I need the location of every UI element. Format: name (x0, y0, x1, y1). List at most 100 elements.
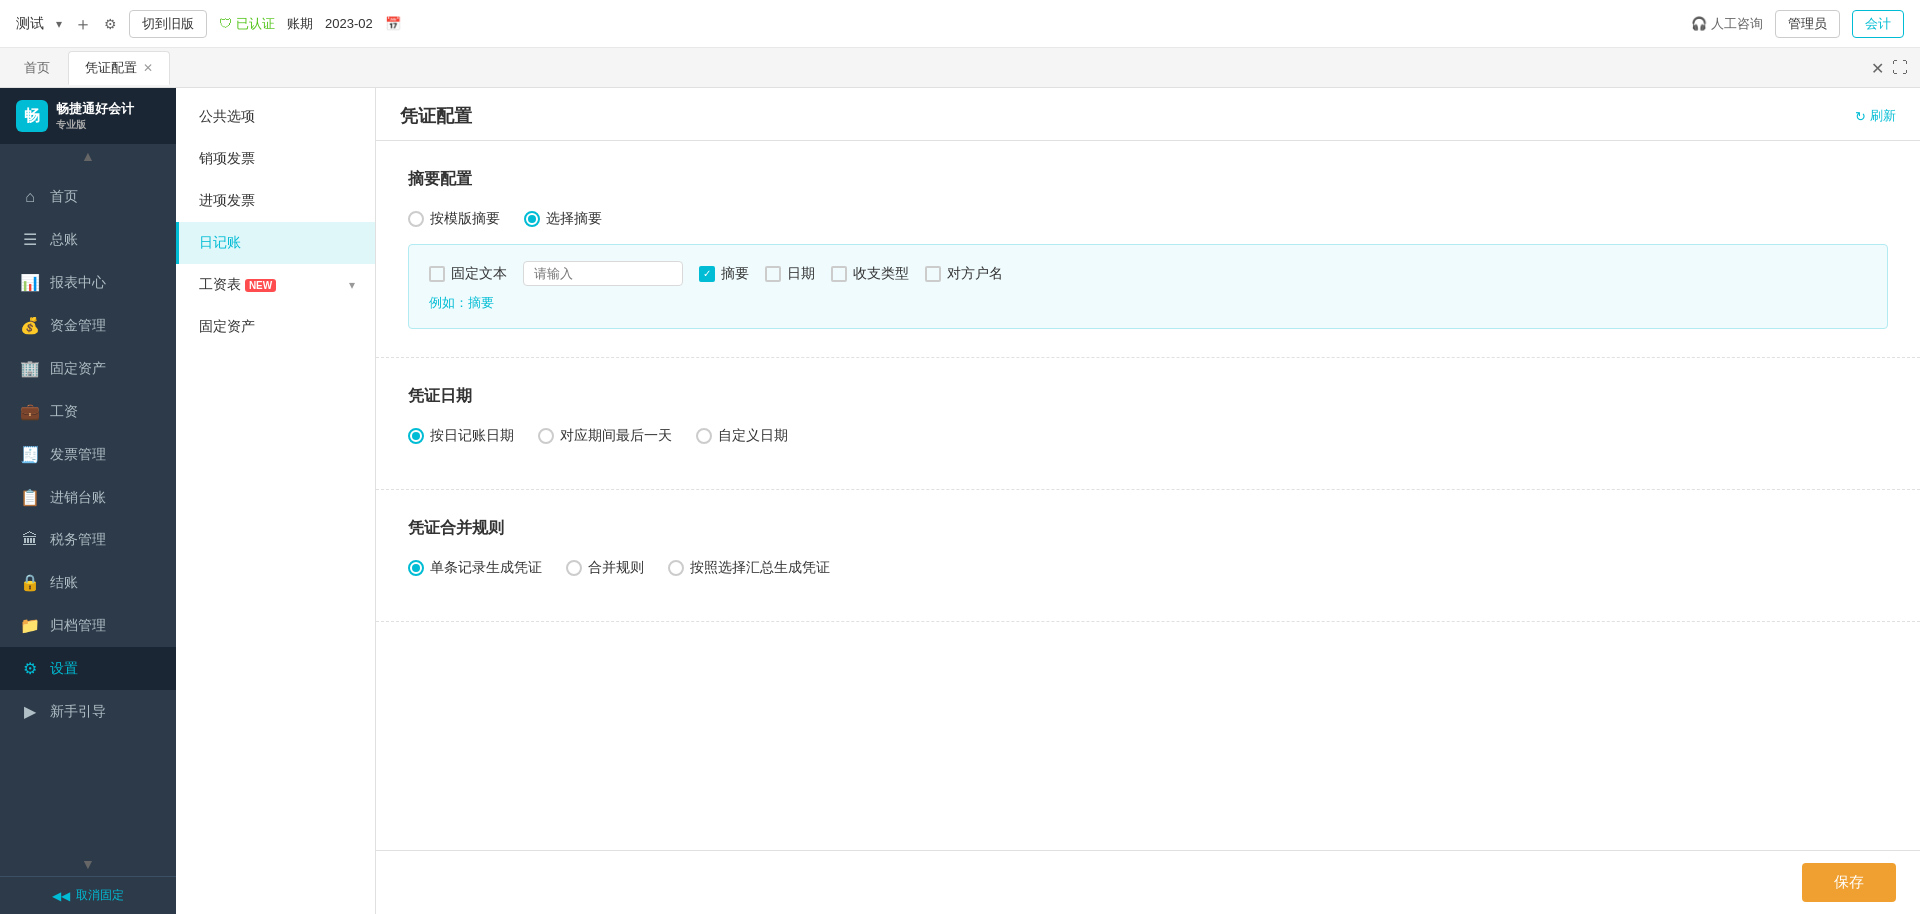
sub-nav-fixed-asset[interactable]: 固定资产 (176, 306, 375, 348)
asset-icon: 🏢 (20, 359, 40, 378)
calendar-icon[interactable]: 📅 (385, 16, 401, 31)
checkbox-counterpart[interactable]: 对方户名 (925, 265, 1003, 283)
expand-icon[interactable]: ⛶ (1892, 58, 1908, 77)
radio-by-selection[interactable]: 按照选择汇总生成凭证 (668, 559, 830, 577)
refresh-icon: ↻ (1855, 109, 1866, 124)
tab-voucher-config[interactable]: 凭证配置 ✕ (68, 51, 170, 85)
unpin-sidebar-btn[interactable]: ◀◀ 取消固定 (0, 876, 176, 914)
page-wrapper: 公共选项 销项发票 进项发票 日记账 工资表 NEW ▾ 固定资产 凭证配置 ↻ (176, 88, 1920, 914)
tab-home-label: 首页 (24, 59, 50, 77)
settings-nav-icon: ⚙ (20, 659, 40, 678)
merge-rule-circle (566, 560, 582, 576)
checkbox-payment-type[interactable]: 收支类型 (831, 265, 909, 283)
sub-nav-purchase-invoice[interactable]: 进项发票 (176, 180, 375, 222)
sidebar-item-tax[interactable]: 🏛 税务管理 (0, 519, 176, 561)
sidebar-logo: 畅 畅捷通好会计 专业版 (0, 88, 176, 144)
sidebar-item-report[interactable]: 📊 报表中心 (0, 261, 176, 304)
payroll-chevron-icon: ▾ (349, 278, 355, 292)
refresh-btn[interactable]: ↻ 刷新 (1855, 107, 1896, 125)
invoice-icon: 🧾 (20, 445, 40, 464)
summary-checkbox (699, 266, 715, 282)
summary-row: 固定文本 摘要 日期 (429, 261, 1867, 286)
sidebar-item-home[interactable]: ⌂ 首页 (0, 176, 176, 218)
summary-radio-group: 按模版摘要 选择摘要 (408, 210, 1888, 228)
journal-date-circle (408, 428, 424, 444)
scroll-down-indicator[interactable]: ▼ (0, 852, 176, 876)
sub-nav-public[interactable]: 公共选项 (176, 96, 375, 138)
radio-custom-date[interactable]: 自定义日期 (696, 427, 788, 445)
shield-icon: 🛡 (219, 16, 232, 31)
switch-old-btn[interactable]: 切到旧版 (129, 10, 207, 38)
radio-merge-rule[interactable]: 合并规则 (566, 559, 644, 577)
content-area: 公共选项 销项发票 进项发票 日记账 工资表 NEW ▾ 固定资产 凭证配置 ↻ (176, 88, 1920, 914)
add-icon[interactable]: ＋ (74, 12, 92, 36)
fixed-text-input[interactable] (523, 261, 683, 286)
sidebar-item-settings[interactable]: ⚙ 设置 (0, 647, 176, 690)
manager-btn[interactable]: 管理员 (1775, 10, 1840, 38)
top-bar: 测试 ▾ ＋ ⚙ 切到旧版 🛡 已认证 账期 2023-02 📅 🎧 人工咨询 … (0, 0, 1920, 48)
sidebar-item-trade[interactable]: 📋 进销台账 (0, 476, 176, 519)
report-icon: 📊 (20, 273, 40, 292)
sub-nav-payroll[interactable]: 工资表 NEW ▾ (176, 264, 375, 306)
checkbox-fixed-text[interactable]: 固定文本 (429, 265, 507, 283)
radio-period-last[interactable]: 对应期间最后一天 (538, 427, 672, 445)
sub-nav: 公共选项 销项发票 进项发票 日记账 工资表 NEW ▾ 固定资产 (176, 88, 376, 914)
radio-journal-date[interactable]: 按日记账日期 (408, 427, 514, 445)
sidebar-item-asset[interactable]: 🏢 固定资产 (0, 347, 176, 390)
settings-icon[interactable]: ⚙ (104, 16, 117, 32)
scroll-up-indicator[interactable]: ▲ (0, 144, 176, 168)
sidebar-nav: ⌂ 首页 ☰ 总账 📊 报表中心 💰 资金管理 🏢 固定资产 💼 工资 (0, 168, 176, 852)
logo-title: 畅捷通好会计 (56, 100, 134, 118)
summary-config-box: 固定文本 摘要 日期 (408, 244, 1888, 329)
page-header: 凭证配置 ↻ 刷新 (376, 88, 1920, 141)
guide-icon: ▶ (20, 702, 40, 721)
custom-date-circle (696, 428, 712, 444)
tab-voucher-config-label: 凭证配置 (85, 59, 137, 77)
radio-select-circle (524, 211, 540, 227)
merge-radio-group: 单条记录生成凭证 合并规则 按照选择汇总生成凭证 (408, 559, 1888, 577)
sidebar-item-capital[interactable]: 💰 资金管理 (0, 304, 176, 347)
single-circle (408, 560, 424, 576)
salary-icon: 💼 (20, 402, 40, 421)
summary-section: 摘要配置 按模版摘要 选择摘要 (376, 141, 1920, 358)
payment-type-checkbox (831, 266, 847, 282)
date-title: 凭证日期 (408, 386, 1888, 407)
company-name: 测试 (16, 15, 44, 33)
checkbox-date[interactable]: 日期 (765, 265, 815, 283)
merge-section: 凭证合并规则 单条记录生成凭证 合并规则 (376, 490, 1920, 622)
fixed-text-checkbox (429, 266, 445, 282)
certified-badge: 🛡 已认证 (219, 15, 275, 33)
merge-title: 凭证合并规则 (408, 518, 1888, 539)
page-main: 凭证配置 ↻ 刷新 摘要配置 按模版摘要 (376, 88, 1920, 914)
home-icon: ⌂ (20, 188, 40, 206)
example-text: 例如：摘要 (429, 294, 1867, 312)
dropdown-icon[interactable]: ▾ (56, 17, 62, 31)
tab-close-icon[interactable]: ✕ (143, 61, 153, 75)
radio-select[interactable]: 选择摘要 (524, 210, 602, 228)
sidebar-item-close[interactable]: 🔒 结账 (0, 561, 176, 604)
radio-single[interactable]: 单条记录生成凭证 (408, 559, 542, 577)
save-btn[interactable]: 保存 (1802, 863, 1896, 902)
sub-nav-sales-invoice[interactable]: 销项发票 (176, 138, 375, 180)
by-selection-circle (668, 560, 684, 576)
accountant-btn[interactable]: 会计 (1852, 10, 1904, 38)
headset-icon: 🎧 (1691, 16, 1707, 31)
trade-icon: 📋 (20, 488, 40, 507)
period-last-circle (538, 428, 554, 444)
sidebar-item-salary[interactable]: 💼 工资 (0, 390, 176, 433)
sidebar-item-invoice[interactable]: 🧾 发票管理 (0, 433, 176, 476)
consult-btn[interactable]: 🎧 人工咨询 (1691, 15, 1763, 33)
tab-home[interactable]: 首页 (8, 51, 66, 85)
sidebar-item-archive[interactable]: 📁 归档管理 (0, 604, 176, 647)
checkbox-summary[interactable]: 摘要 (699, 265, 749, 283)
close-period-icon: 🔒 (20, 573, 40, 592)
radio-template[interactable]: 按模版摘要 (408, 210, 500, 228)
sidebar-item-guide[interactable]: ▶ 新手引导 (0, 690, 176, 733)
page-content: 摘要配置 按模版摘要 选择摘要 (376, 141, 1920, 850)
close-window-icon[interactable]: ✕ (1871, 58, 1884, 77)
archive-icon: 📁 (20, 616, 40, 635)
period-label: 账期 (287, 15, 313, 33)
sub-nav-journal[interactable]: 日记账 (176, 222, 375, 264)
summary-title: 摘要配置 (408, 169, 1888, 190)
sidebar-item-ledger[interactable]: ☰ 总账 (0, 218, 176, 261)
